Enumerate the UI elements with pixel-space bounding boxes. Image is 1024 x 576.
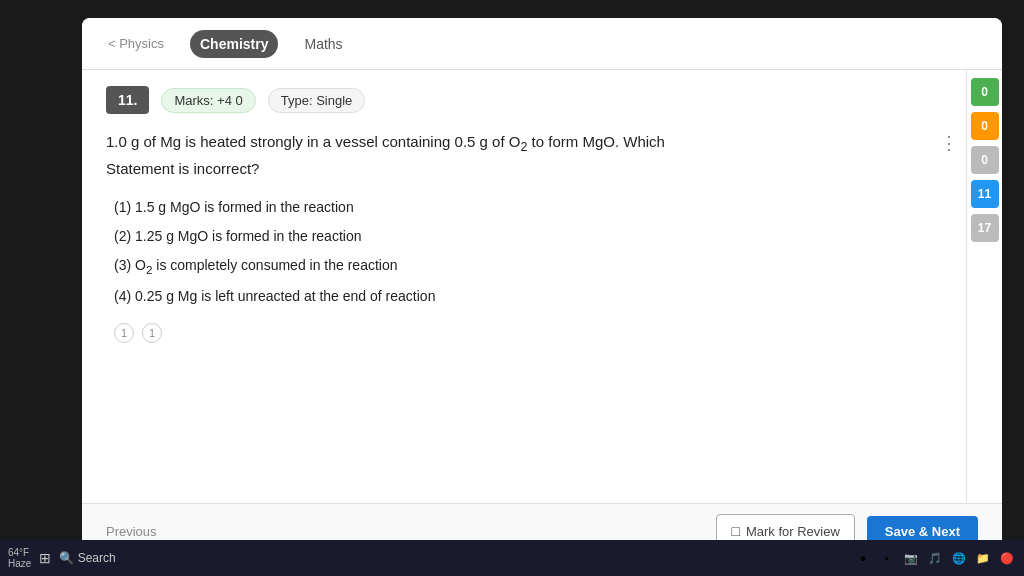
options-list: (1) 1.5 g MgO is formed in the reaction …: [114, 197, 942, 307]
taskbar: 64°FHaze ⊞ 🔍 Search ● ▪ 📷 🎵 🌐 📁 🔴: [0, 540, 1024, 576]
option-4[interactable]: (4) 0.25 g Mg is left unreacted at the e…: [114, 286, 942, 307]
right-sidebar: 0 0 0 11 17: [966, 70, 1002, 503]
main-content: ⋮ 11. Marks: +4 0 Type: Single 1.0 g of …: [82, 70, 966, 503]
content-area: ⋮ 11. Marks: +4 0 Type: Single 1.0 g of …: [82, 70, 1002, 503]
taskbar-icon-5[interactable]: 🌐: [950, 549, 968, 567]
option-3[interactable]: (3) O2 is completely consumed in the rea…: [114, 255, 942, 278]
pagination: 1 1: [114, 323, 942, 343]
tab-physics[interactable]: < Physics: [98, 30, 174, 57]
taskbar-time-label: 64°FHaze: [8, 547, 31, 569]
sidebar-dot-0-gray[interactable]: 0: [971, 146, 999, 174]
page-dot-2[interactable]: 1: [142, 323, 162, 343]
question-number-badge: 11.: [106, 86, 149, 114]
taskbar-icon-6[interactable]: 📁: [974, 549, 992, 567]
sidebar-dot-0-green[interactable]: 0: [971, 78, 999, 106]
sidebar-dot-11[interactable]: 11: [971, 180, 999, 208]
sidebar-dot-17[interactable]: 17: [971, 214, 999, 242]
option-1[interactable]: (1) 1.5 g MgO is formed in the reaction: [114, 197, 942, 218]
previous-button[interactable]: Previous: [106, 524, 157, 539]
taskbar-icon-3[interactable]: 📷: [902, 549, 920, 567]
marks-badge: Marks: +4 0: [161, 88, 255, 113]
taskbar-icon-4[interactable]: 🎵: [926, 549, 944, 567]
taskbar-icon-2[interactable]: ▪: [878, 549, 896, 567]
option-2[interactable]: (2) 1.25 g MgO is formed in the reaction: [114, 226, 942, 247]
tab-chemistry[interactable]: Chemistry: [190, 30, 278, 58]
taskbar-time: 64°FHaze: [8, 547, 31, 569]
taskbar-icon-1[interactable]: ●: [854, 549, 872, 567]
tab-maths[interactable]: Maths: [294, 30, 352, 58]
taskbar-icon-7[interactable]: 🔴: [998, 549, 1016, 567]
taskbar-windows-icon[interactable]: ⊞: [39, 550, 51, 566]
taskbar-search[interactable]: 🔍 Search: [59, 551, 115, 565]
question-header: 11. Marks: +4 0 Type: Single: [106, 86, 942, 114]
tab-bar: < Physics Chemistry Maths: [82, 18, 1002, 70]
page-dot-1[interactable]: 1: [114, 323, 134, 343]
type-badge: Type: Single: [268, 88, 366, 113]
taskbar-system-icons: ● ▪ 📷 🎵 🌐 📁 🔴: [854, 549, 1016, 567]
question-text: 1.0 g of Mg is heated strongly in a vess…: [106, 130, 686, 181]
more-options-icon[interactable]: ⋮: [940, 132, 958, 154]
footer-left: Previous: [106, 524, 157, 539]
sidebar-dot-0-orange[interactable]: 0: [971, 112, 999, 140]
